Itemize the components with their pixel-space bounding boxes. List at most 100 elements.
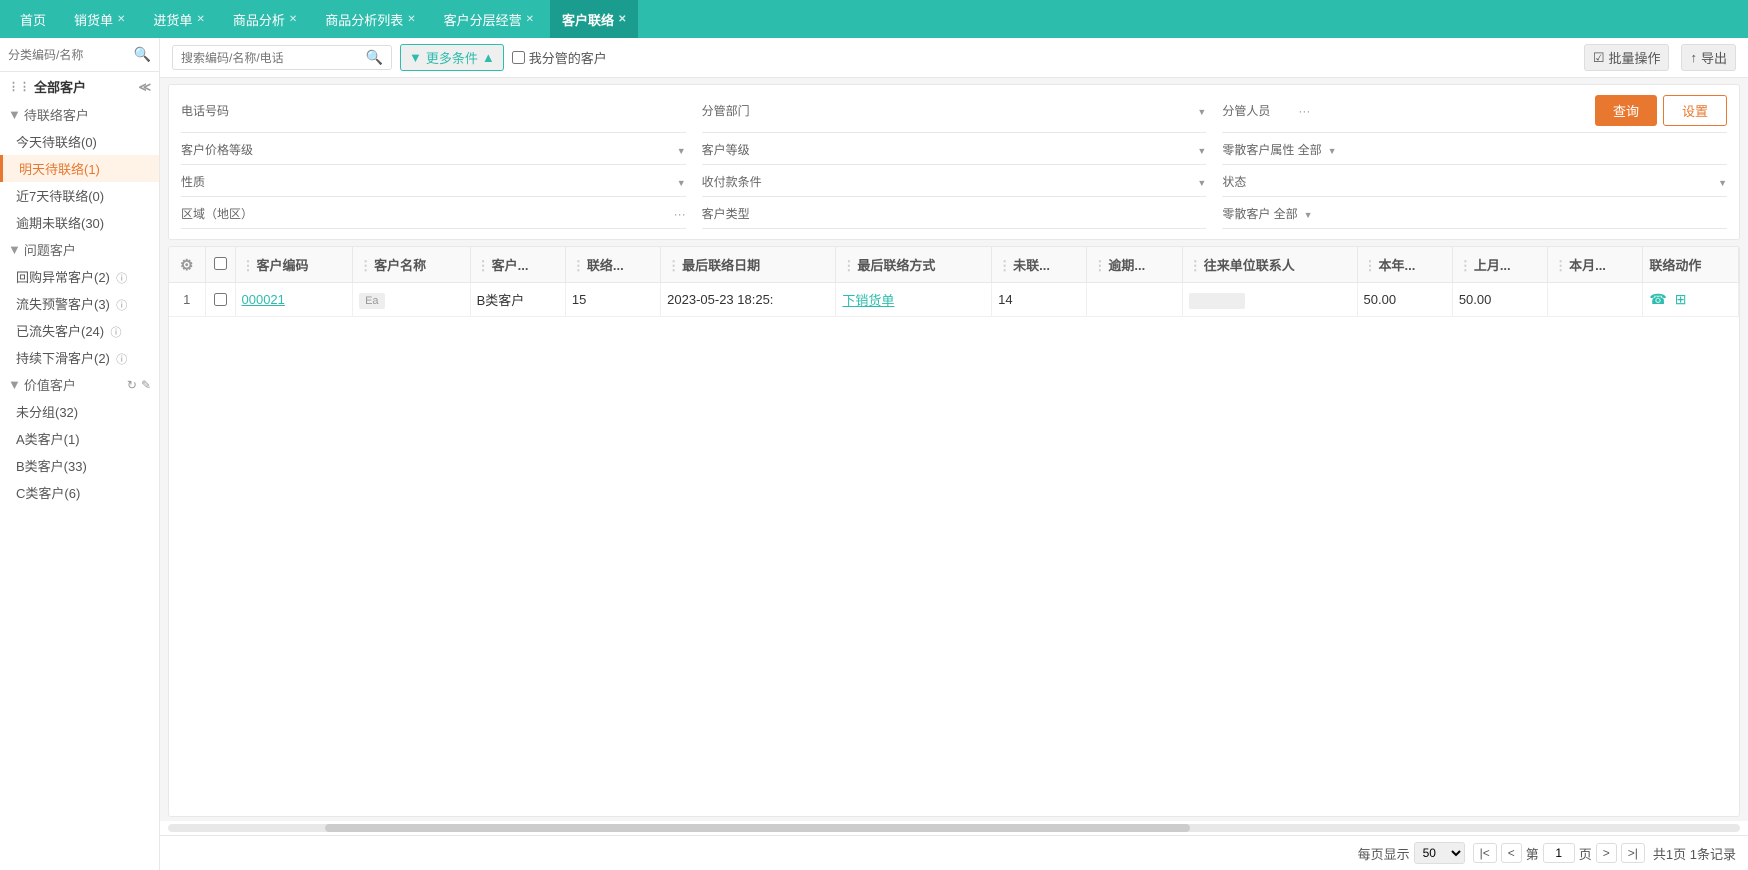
nav-close-analysis-list[interactable]: ✕: [407, 14, 415, 25]
pager-last[interactable]: >|: [1621, 843, 1645, 863]
sidebar-item-b-class[interactable]: B类客户(33): [0, 452, 159, 479]
nav-home-label: 首页: [20, 10, 46, 29]
filter-dept-input[interactable]: [778, 104, 1194, 118]
value-refresh-icon[interactable]: ↻: [127, 378, 137, 392]
sidebar-item-overdue[interactable]: 逾期未联络(30): [0, 209, 159, 236]
contact-person-cell: [1189, 293, 1245, 309]
nav-item-home[interactable]: 首页: [8, 0, 58, 38]
sidebar-item-lapsed[interactable]: 已流失客户(24) ⓘ: [0, 317, 159, 344]
pager-first[interactable]: |<: [1473, 843, 1497, 863]
sidebar-all-customers[interactable]: ⋮⋮ 全部客户 ≪: [0, 72, 159, 101]
row-select-checkbox[interactable]: [214, 293, 227, 306]
filter-payment-input[interactable]: [778, 175, 1194, 189]
filter-nature-select[interactable]: [257, 175, 686, 189]
pager-page-input[interactable]: [1543, 843, 1575, 863]
filter-customer-type-input[interactable]: [778, 207, 1207, 221]
batch-operation-button[interactable]: ☑ 批量操作: [1584, 44, 1670, 71]
filter-nature-input[interactable]: [257, 175, 673, 189]
filter-customer-level-input[interactable]: [778, 143, 1194, 157]
customer-name-cell[interactable]: Ea: [359, 293, 384, 309]
filter-customer-level-select[interactable]: [778, 143, 1207, 157]
value-edit-icon[interactable]: ✎: [141, 378, 151, 392]
main-search-input[interactable]: [181, 51, 366, 65]
select-all-checkbox[interactable]: [214, 257, 227, 270]
sort-last-method-icon[interactable]: [842, 258, 857, 273]
action-phone-icon[interactable]: ☎: [1649, 291, 1666, 308]
nav-close-customer-contact[interactable]: ✕: [618, 14, 626, 25]
filter-retail-arrow: [1304, 207, 1313, 221]
pager-prev[interactable]: <: [1501, 843, 1522, 863]
filter-payment-select[interactable]: [778, 175, 1207, 189]
action-grid-icon[interactable]: ⊞: [1675, 291, 1687, 308]
collapse-all-icon[interactable]: ≪: [138, 80, 151, 94]
sidebar-search-input[interactable]: [8, 48, 130, 62]
filter-region-dots[interactable]: ···: [674, 207, 686, 221]
nav-item-analysis[interactable]: 商品分析 ✕: [221, 0, 309, 38]
col-last-month: 上月...: [1452, 247, 1547, 283]
filter-phone-input[interactable]: [257, 104, 686, 118]
sidebar-group-problem[interactable]: ▼ 问题客户: [0, 236, 159, 263]
sort-this-month-icon[interactable]: [1554, 258, 1569, 273]
filter-dept-select[interactable]: [778, 104, 1207, 118]
sidebar-group-pending[interactable]: ▼ 待联络客户: [0, 101, 159, 128]
set-button[interactable]: 设置: [1663, 95, 1727, 126]
sort-contact-count-icon[interactable]: [572, 258, 587, 273]
nav-item-analysis-list[interactable]: 商品分析列表 ✕: [313, 0, 427, 38]
sidebar-item-tomorrow[interactable]: 明天待联络(1): [0, 155, 159, 182]
scrollbar-thumb[interactable]: [325, 824, 1190, 832]
sidebar-item-ungrouped[interactable]: 未分组(32): [0, 398, 159, 425]
col-this-year: 本年...: [1357, 247, 1452, 283]
sidebar-item-abnormal[interactable]: 回购异常客户(2) ⓘ: [0, 263, 159, 290]
export-button[interactable]: ↑ 导出: [1681, 44, 1736, 71]
sort-name-icon[interactable]: [359, 258, 374, 273]
sort-contact-person-icon[interactable]: [1189, 258, 1204, 273]
sort-overdue-icon[interactable]: [1093, 258, 1108, 273]
query-button[interactable]: 查询: [1595, 95, 1657, 126]
sidebar-group-value[interactable]: ▼ 价值客户 ↻ ✎: [0, 371, 159, 398]
col-checkbox[interactable]: [205, 247, 235, 283]
nav-item-customer-contact[interactable]: 客户联络 ✕: [550, 0, 638, 38]
customer-code-link[interactable]: 000021: [242, 292, 285, 307]
sidebar-item-c-class[interactable]: C类客户(6): [0, 479, 159, 506]
pager-next[interactable]: >: [1596, 843, 1617, 863]
sort-last-date-icon[interactable]: [667, 258, 682, 273]
filter-retail-select[interactable]: [1304, 207, 1727, 221]
sort-last-month-icon[interactable]: [1459, 258, 1474, 273]
nav-item-sales[interactable]: 销货单 ✕: [62, 0, 137, 38]
filter-status-select[interactable]: [1298, 175, 1727, 189]
main-search-icon[interactable]: 🔍: [366, 49, 383, 66]
filter-price-level-input[interactable]: [259, 143, 673, 157]
sidebar-item-week[interactable]: 近7天待联络(0): [0, 182, 159, 209]
nav-item-purchase[interactable]: 进货单 ✕: [141, 0, 216, 38]
nav-close-customer-tier[interactable]: ✕: [526, 14, 534, 25]
sidebar-search-icon[interactable]: 🔍: [134, 46, 151, 63]
sidebar-item-declining[interactable]: 持续下滑客户(2) ⓘ: [0, 344, 159, 371]
filter-retail-attr-select[interactable]: [1328, 143, 1727, 157]
sidebar-item-a-class[interactable]: A类客户(1): [0, 425, 159, 452]
nav-item-customer-tier[interactable]: 客户分层经营 ✕: [432, 0, 546, 38]
horizontal-scrollbar[interactable]: [168, 824, 1740, 832]
nav-close-purchase[interactable]: ✕: [196, 14, 204, 25]
filter-region-input[interactable]: [259, 207, 670, 221]
sort-uncontacted-icon[interactable]: [998, 258, 1013, 273]
col-settings[interactable]: ⚙: [169, 247, 205, 283]
nav-customer-contact-label: 客户联络: [562, 10, 614, 29]
nav-close-analysis[interactable]: ✕: [289, 14, 297, 25]
settings-icon[interactable]: ⚙: [180, 257, 193, 274]
sidebar-item-lapse-warning[interactable]: 流失预警客户(3) ⓘ: [0, 290, 159, 317]
page-size-select[interactable]: 10 20 50 100: [1414, 842, 1465, 864]
sort-code-icon[interactable]: [242, 258, 257, 273]
filter-region-select[interactable]: ···: [259, 207, 686, 221]
last-method-link[interactable]: 下销货单: [842, 293, 894, 308]
my-customers-checkbox[interactable]: [512, 51, 525, 64]
filter-price-level-select[interactable]: [259, 143, 686, 157]
row-checkbox[interactable]: [205, 283, 235, 317]
my-customers-checkbox-label[interactable]: 我分管的客户: [512, 48, 607, 67]
filter-person-dots[interactable]: ···: [1298, 104, 1310, 118]
sort-type-icon[interactable]: [477, 258, 492, 273]
more-filter-button[interactable]: ▼ 更多条件 ▲: [400, 44, 504, 71]
sort-this-year-icon[interactable]: [1364, 258, 1379, 273]
filter-status-input[interactable]: [1298, 175, 1714, 189]
nav-close-sales[interactable]: ✕: [117, 14, 125, 25]
sidebar-item-today[interactable]: 今天待联络(0): [0, 128, 159, 155]
